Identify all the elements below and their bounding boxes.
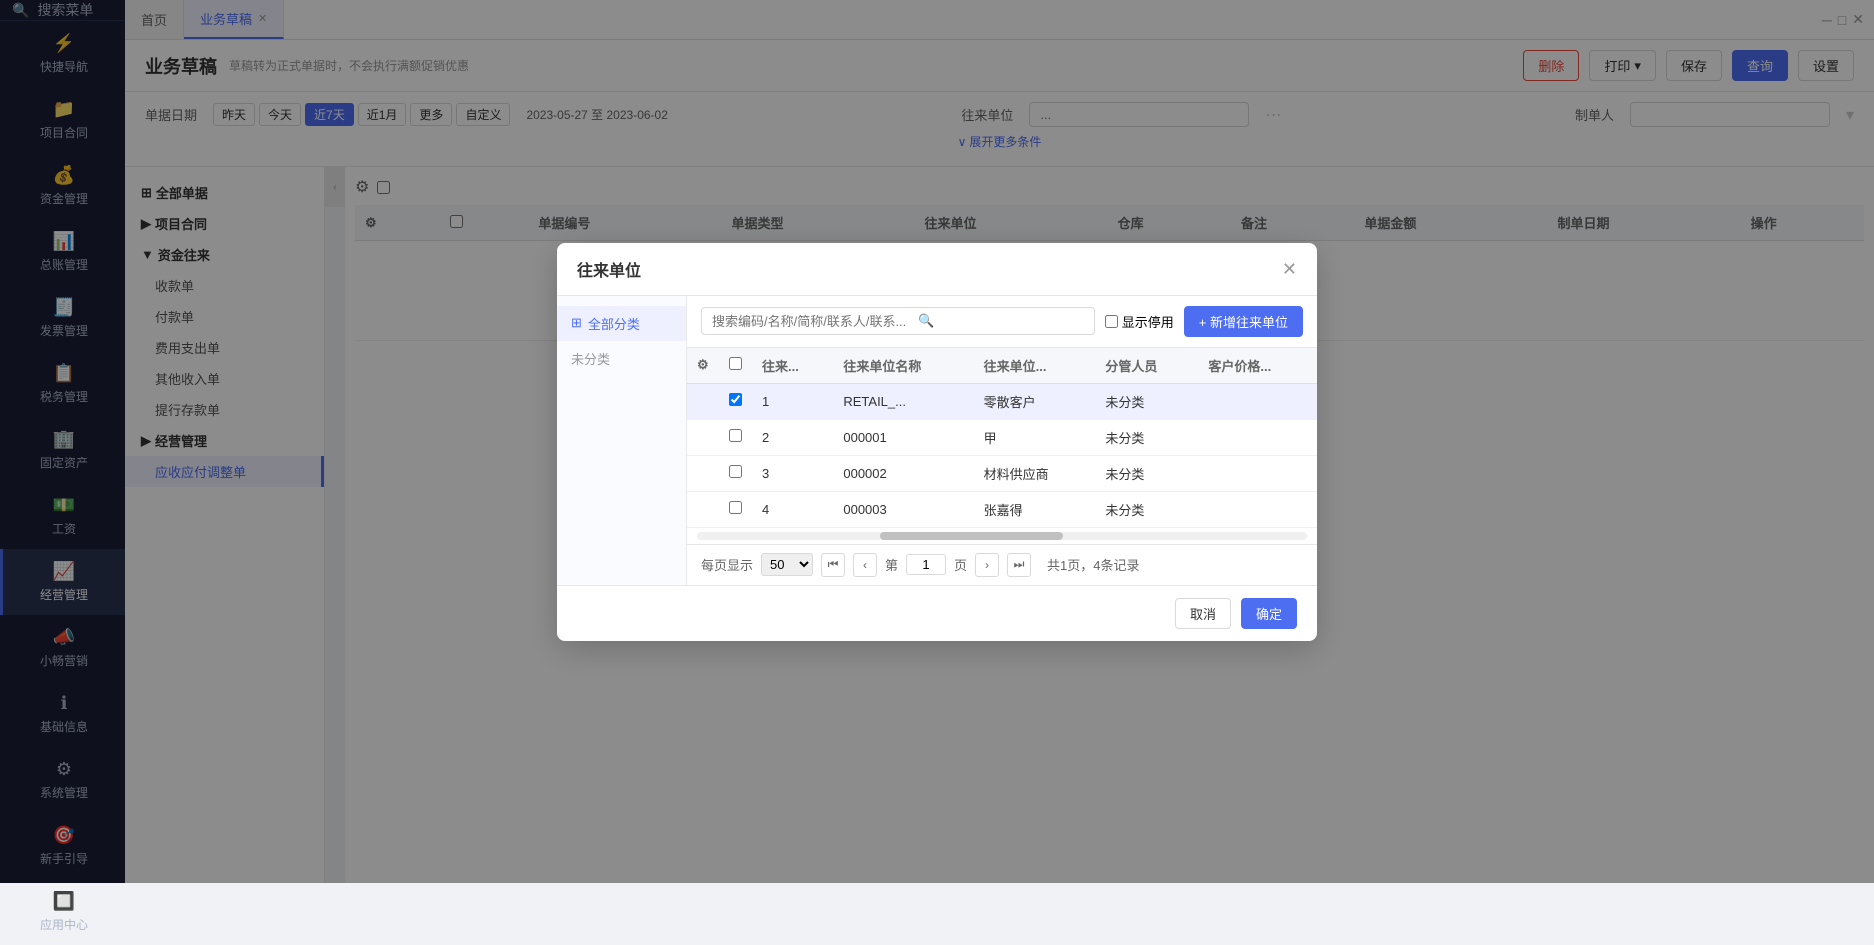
page-suffix: 页 [954, 555, 967, 574]
show-disabled-checkbox[interactable] [1105, 315, 1118, 328]
dialog-header: 往来单位 ✕ [557, 243, 1317, 296]
row-name: 张嘉得 [974, 491, 1096, 527]
prev-page-btn[interactable]: ‹ [853, 553, 877, 577]
dialog-overlay: 往来单位 ✕ ⊞ 全部分类 未分类 🔍 [0, 0, 1874, 883]
dialog-body: ⊞ 全部分类 未分类 🔍 显示停用 [557, 296, 1317, 585]
table-row[interactable]: 2 000001 甲 未分类 [687, 419, 1317, 455]
row-checkbox[interactable] [719, 455, 752, 491]
dialog-sidebar-uncategorized: 未分类 [557, 341, 686, 376]
row-name: 零散客户 [974, 383, 1096, 419]
per-page-label: 每页显示 [701, 555, 753, 574]
dialog-th-settings: ⚙ [687, 348, 719, 384]
dialog-th-manager[interactable]: 分管人员 [1095, 348, 1198, 384]
row-manager [1198, 419, 1317, 455]
dialog-table-wrap: ⚙ 往来... 往来单位名称 往来单位... 分管人员 客户价格... [687, 348, 1317, 528]
dialog-title: 往来单位 [577, 257, 641, 281]
row-category: 未分类 [1095, 455, 1198, 491]
page-label: 第 [885, 555, 898, 574]
row-manager [1198, 491, 1317, 527]
row-id: 4 [752, 491, 833, 527]
row-code: 000003 [833, 491, 973, 527]
cancel-button[interactable]: 取消 [1175, 598, 1231, 629]
first-page-btn[interactable]: ⏮ [821, 553, 845, 577]
row-code: RETAIL_... [833, 383, 973, 419]
row-settings [687, 419, 719, 455]
dialog-th-price[interactable]: 客户价格... [1198, 348, 1317, 384]
row-name: 材料供应商 [974, 455, 1096, 491]
dialog-pagination: 每页显示 50 100 ⏮ ‹ 第 页 › ⏭ 共1页，4条记录 [687, 544, 1317, 585]
row-manager [1198, 383, 1317, 419]
dialog-search-input[interactable] [712, 314, 912, 329]
per-page-select[interactable]: 50 100 [761, 553, 813, 576]
confirm-button[interactable]: 确定 [1241, 598, 1297, 629]
row-code: 000002 [833, 455, 973, 491]
dialog-sidebar-all[interactable]: ⊞ 全部分类 [557, 306, 686, 341]
grid-icon2: ⊞ [571, 315, 582, 331]
row-category: 未分类 [1095, 491, 1198, 527]
row-settings [687, 491, 719, 527]
dialog-th-code[interactable]: 往来... [752, 348, 833, 384]
scrollbar-thumb [880, 532, 1063, 540]
row-category: 未分类 [1095, 383, 1198, 419]
table-row[interactable]: 3 000002 材料供应商 未分类 [687, 455, 1317, 491]
row-checkbox[interactable] [719, 419, 752, 455]
row-name: 甲 [974, 419, 1096, 455]
add-company-btn[interactable]: + 新增往来单位 [1184, 306, 1303, 337]
dialog-th-checkbox [719, 348, 752, 384]
dialog-sidebar: ⊞ 全部分类 未分类 [557, 296, 687, 585]
row-manager [1198, 455, 1317, 491]
search-icon2: 🔍 [918, 313, 934, 329]
last-page-btn[interactable]: ⏭ [1007, 553, 1031, 577]
row-checkbox[interactable] [719, 383, 752, 419]
row-code: 000001 [833, 419, 973, 455]
dialog-actions: 取消 确定 [557, 585, 1317, 641]
next-page-btn[interactable]: › [975, 553, 999, 577]
row-id: 1 [752, 383, 833, 419]
row-checkbox[interactable] [719, 491, 752, 527]
row-id: 3 [752, 455, 833, 491]
table-row[interactable]: 4 000003 张嘉得 未分类 [687, 491, 1317, 527]
row-settings [687, 455, 719, 491]
dialog-th-name[interactable]: 往来单位名称 [833, 348, 973, 384]
show-disabled-label[interactable]: 显示停用 [1105, 312, 1174, 331]
dialog-toolbar: 🔍 显示停用 + 新增往来单位 [687, 296, 1317, 348]
appcenter-icon: 🔲 [53, 891, 75, 912]
dialog-main: 🔍 显示停用 + 新增往来单位 ⚙ [687, 296, 1317, 585]
dialog: 往来单位 ✕ ⊞ 全部分类 未分类 🔍 [557, 243, 1317, 641]
dialog-th-category[interactable]: 往来单位... [974, 348, 1096, 384]
row-settings [687, 383, 719, 419]
dialog-table: ⚙ 往来... 往来单位名称 往来单位... 分管人员 客户价格... [687, 348, 1317, 528]
dialog-close-btn[interactable]: ✕ [1282, 260, 1297, 278]
page-input[interactable] [906, 554, 946, 575]
horizontal-scrollbar[interactable] [697, 532, 1307, 540]
row-category: 未分类 [1095, 419, 1198, 455]
table-row[interactable]: 1 RETAIL_... 零散客户 未分类 [687, 383, 1317, 419]
total-label: 共1页，4条记录 [1047, 555, 1139, 574]
row-id: 2 [752, 419, 833, 455]
sidebar-item-appcenter[interactable]: 🔲 应用中心 [0, 879, 125, 945]
dialog-search-box[interactable]: 🔍 [701, 307, 1095, 335]
